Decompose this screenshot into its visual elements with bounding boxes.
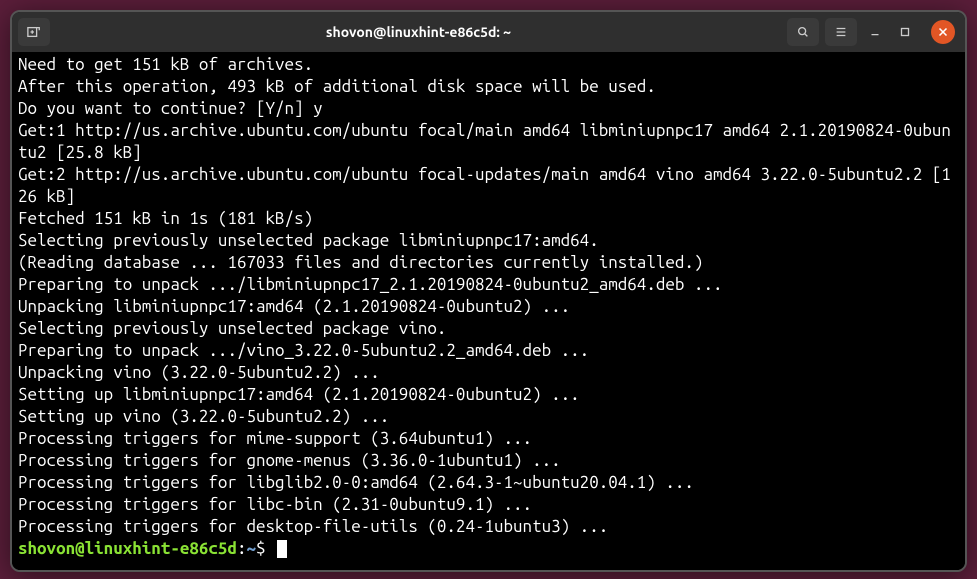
prompt-colon: : — [237, 539, 247, 558]
search-icon — [796, 25, 810, 39]
titlebar: shovon@linuxhint-e86c5d: ~ — [12, 12, 965, 52]
minimize-button[interactable] — [863, 20, 887, 44]
hamburger-icon — [834, 25, 848, 39]
prompt-userhost: shovon@linuxhint-e86c5d — [18, 539, 237, 558]
close-icon — [936, 25, 950, 39]
close-button[interactable] — [931, 20, 955, 44]
prompt: shovon@linuxhint-e86c5d:~$ — [18, 539, 275, 558]
menu-button[interactable] — [825, 18, 857, 46]
terminal-window: shovon@linuxhint-e86c5d: ~ — [10, 10, 967, 572]
maximize-icon — [898, 25, 912, 39]
maximize-button[interactable] — [893, 20, 917, 44]
new-tab-icon — [27, 25, 41, 39]
window-title: shovon@linuxhint-e86c5d: ~ — [56, 24, 781, 40]
search-button[interactable] — [787, 18, 819, 46]
minimize-icon — [868, 25, 882, 39]
terminal-area[interactable]: Need to get 151 kB of archives. After th… — [12, 52, 965, 570]
terminal-output: Need to get 151 kB of archives. After th… — [18, 55, 951, 536]
new-tab-button[interactable] — [18, 18, 50, 46]
prompt-path: ~ — [247, 539, 257, 558]
cursor — [277, 540, 287, 558]
prompt-dollar: $ — [256, 539, 275, 558]
